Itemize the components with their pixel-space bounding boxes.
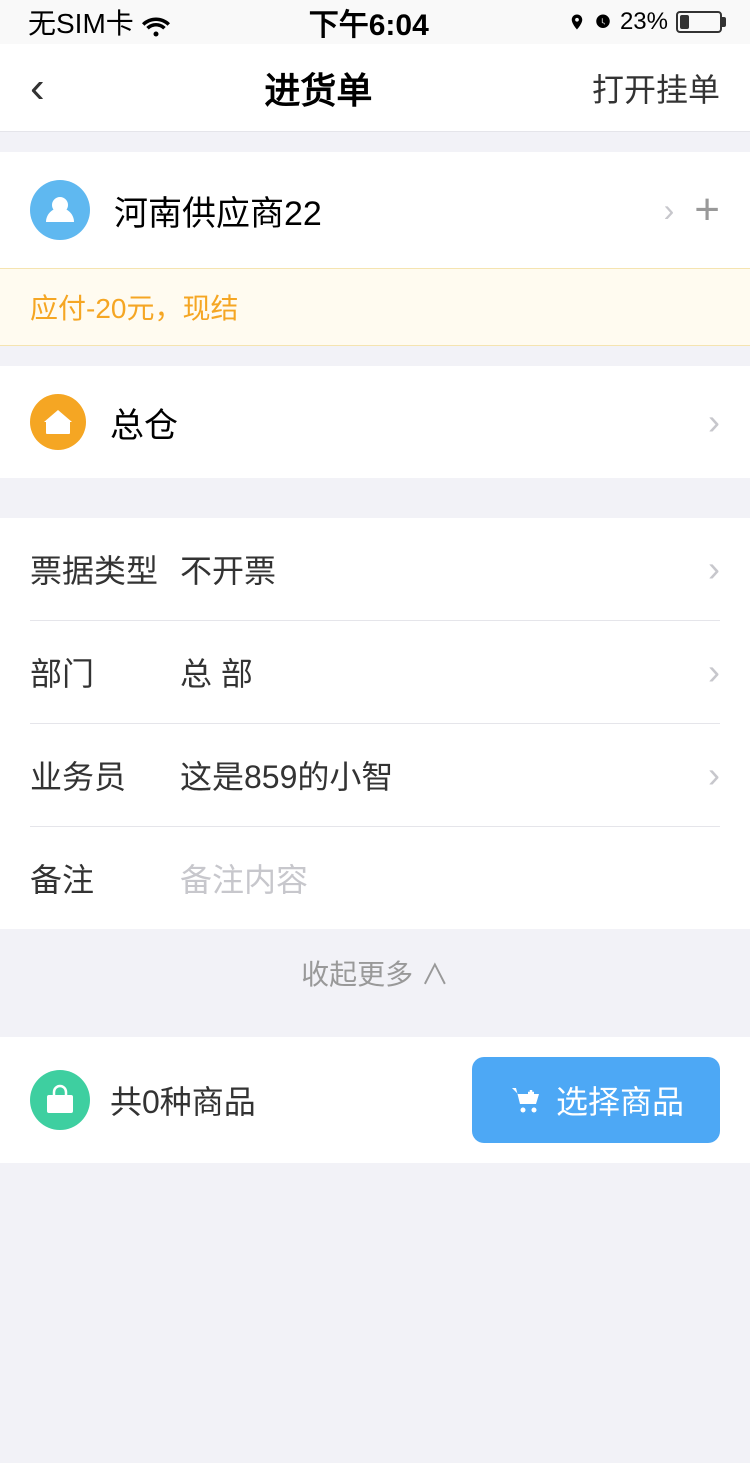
supplier-chevron-icon: › — [664, 192, 675, 229]
notice-text: 应付-20元，现结 — [30, 293, 238, 324]
goods-icon — [30, 1070, 90, 1130]
section-gap-2 — [0, 346, 750, 366]
status-right: 23% — [568, 8, 722, 36]
salesperson-chevron-icon: › — [708, 754, 720, 796]
warehouse-row[interactable]: 总仓 › — [0, 366, 750, 478]
department-label: 部门 — [30, 649, 170, 695]
status-bar: 无SIM卡 下午6:04 23% — [0, 0, 750, 44]
remark-input[interactable]: 备注内容 — [170, 855, 720, 901]
battery-percentage: 23% — [620, 8, 668, 36]
bill-type-row[interactable]: 票据类型 不开票 › — [0, 518, 750, 620]
supplier-row[interactable]: 河南供应商22 › + — [0, 152, 750, 268]
bill-type-value: 不开票 — [170, 546, 708, 592]
page-title: 进货单 — [264, 62, 372, 114]
carrier-text: 无SIM卡 — [28, 2, 170, 42]
nav-bar: ‹ 进货单 打开挂单 — [0, 44, 750, 132]
department-chevron-icon: › — [708, 651, 720, 693]
goods-count: 共0种商品 — [110, 1077, 452, 1123]
add-supplier-button[interactable]: + — [694, 188, 720, 232]
notice-bar: 应付-20元，现结 — [0, 268, 750, 346]
collapse-label: 收起更多 ∧ — [301, 953, 449, 993]
remark-label: 备注 — [30, 855, 170, 901]
cart-icon — [508, 1082, 544, 1118]
bottom-bar: 共0种商品 选择商品 — [0, 1037, 750, 1163]
supplier-section: 河南供应商22 › + 应付-20元，现结 — [0, 152, 750, 346]
salesperson-label: 业务员 — [30, 752, 170, 798]
warehouse-name: 总仓 — [110, 398, 708, 447]
alarm-icon — [594, 13, 612, 31]
section-gap-1 — [0, 132, 750, 152]
department-value: 总 部 — [170, 649, 708, 695]
collapse-row[interactable]: 收起更多 ∧ — [0, 929, 750, 1017]
battery-icon — [676, 11, 722, 33]
supplier-avatar — [30, 180, 90, 240]
warehouse-building-icon — [42, 406, 74, 438]
section-gap-3 — [0, 478, 750, 498]
user-avatar-icon — [42, 192, 78, 228]
warehouse-section: 总仓 › — [0, 366, 750, 478]
warehouse-chevron-icon: › — [708, 401, 720, 443]
bill-type-label: 票据类型 — [30, 546, 170, 592]
back-button[interactable]: ‹ — [30, 66, 45, 110]
salesperson-value: 这是859的小智 — [170, 752, 708, 798]
department-row[interactable]: 部门 总 部 › — [0, 621, 750, 723]
form-section: 票据类型 不开票 › 部门 总 部 › 业务员 这是859的小智 › 备注 备注… — [0, 518, 750, 929]
warehouse-icon — [30, 394, 86, 450]
shopping-bag-icon — [43, 1083, 77, 1117]
time: 下午6:04 — [309, 0, 429, 44]
supplier-name: 河南供应商22 — [114, 186, 664, 235]
remark-row[interactable]: 备注 备注内容 — [0, 827, 750, 929]
location-icon — [568, 13, 586, 31]
wifi-icon — [142, 15, 170, 37]
bill-type-chevron-icon: › — [708, 548, 720, 590]
content-fill — [0, 1163, 750, 1463]
select-goods-button[interactable]: 选择商品 — [472, 1057, 720, 1143]
open-pending-button[interactable]: 打开挂单 — [592, 65, 720, 111]
select-goods-label: 选择商品 — [556, 1077, 684, 1123]
salesperson-row[interactable]: 业务员 这是859的小智 › — [0, 724, 750, 826]
